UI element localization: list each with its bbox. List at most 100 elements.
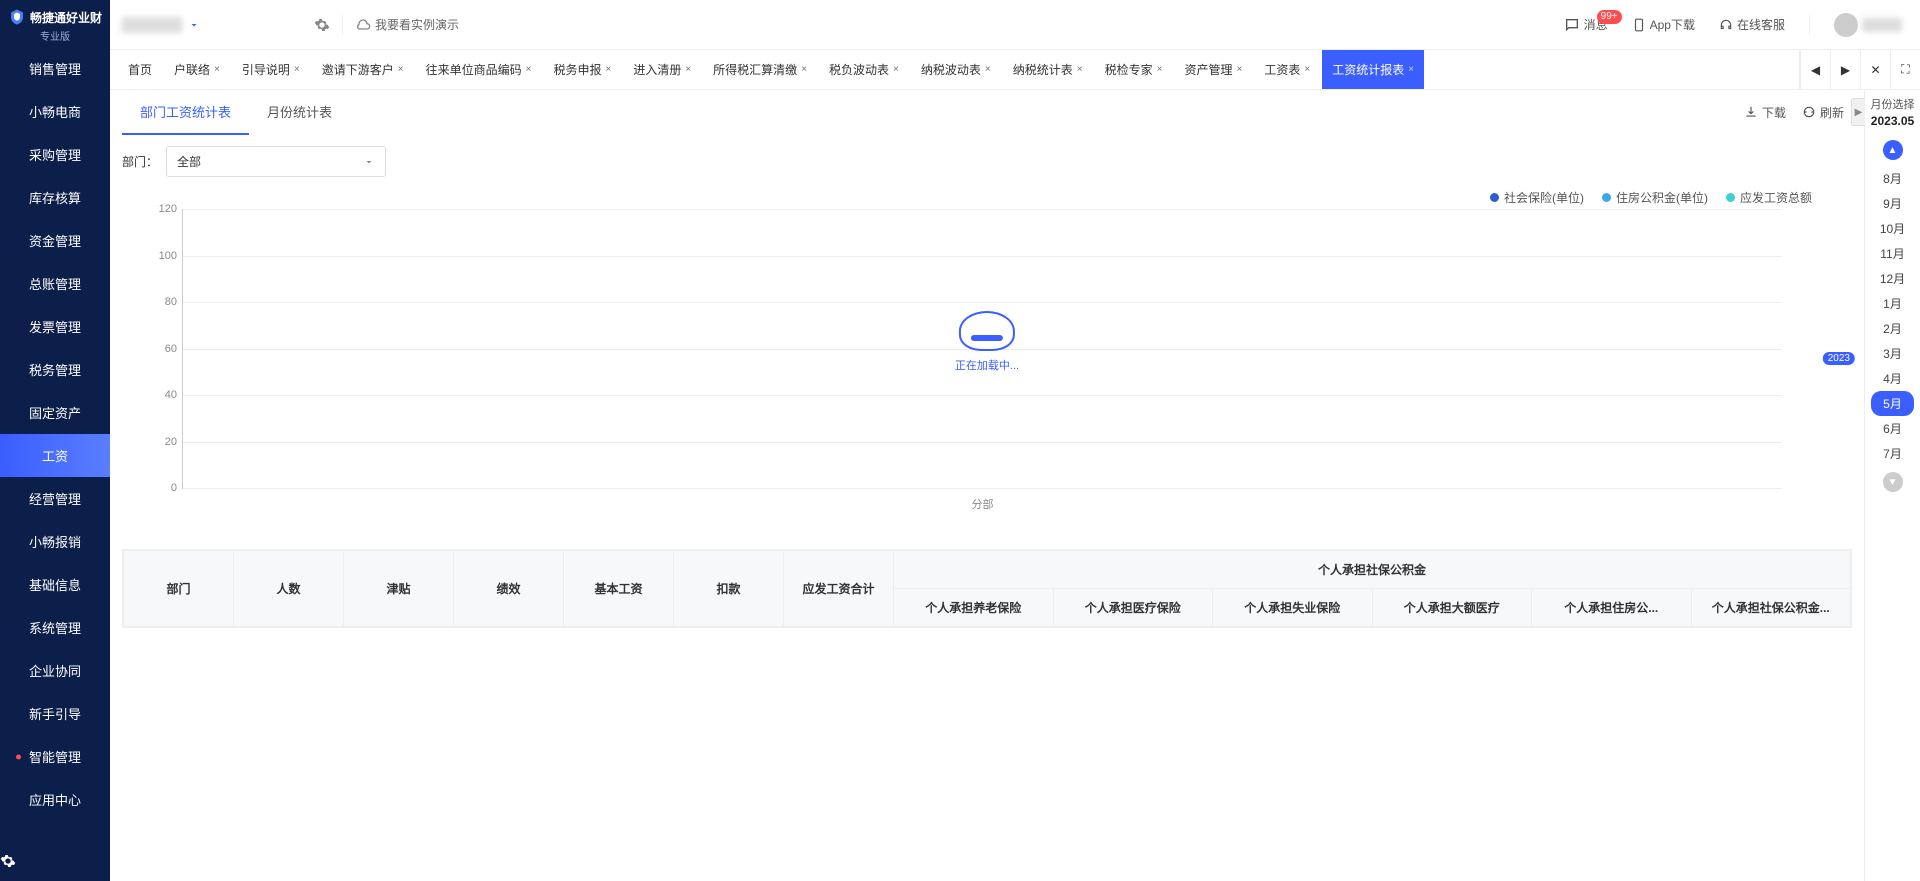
sidebar: 畅捷通好业财 专业版 销售管理小畅电商采购管理库存核算资金管理总账管理发票管理税… bbox=[0, 0, 110, 881]
table-header: 人数 bbox=[234, 551, 344, 627]
tab[interactable]: 邀请下游客户× bbox=[312, 50, 414, 89]
sidebar-item[interactable]: 工资 bbox=[0, 434, 110, 477]
gear-icon[interactable] bbox=[314, 17, 330, 33]
sidebar-item[interactable]: 新手引导 bbox=[0, 692, 110, 735]
tab-close-icon[interactable]: × bbox=[985, 64, 991, 75]
month-panel-collapse[interactable]: ▶ bbox=[1851, 98, 1865, 126]
tab-close-icon[interactable]: × bbox=[685, 64, 691, 75]
y-tick-label: 100 bbox=[147, 250, 177, 262]
subtab[interactable]: 部门工资统计表 bbox=[122, 90, 249, 135]
sidebar-item[interactable]: 企业协同 bbox=[0, 649, 110, 692]
refresh-button[interactable]: 刷新 bbox=[1794, 104, 1852, 121]
legend-item[interactable]: 应发工资总额 bbox=[1726, 189, 1812, 206]
tab-close-icon[interactable]: × bbox=[526, 64, 532, 75]
tabs-close-all[interactable]: ✕ bbox=[1860, 50, 1890, 89]
tab-close-icon[interactable]: × bbox=[1408, 64, 1414, 75]
tab[interactable]: 首页 bbox=[118, 50, 162, 89]
sidebar-item[interactable]: 库存核算 bbox=[0, 176, 110, 219]
y-tick-label: 80 bbox=[147, 296, 177, 308]
sidebar-item[interactable]: 小畅报销 bbox=[0, 520, 110, 563]
month-item[interactable]: 7月 bbox=[1865, 441, 1920, 466]
sidebar-item[interactable]: 经营管理 bbox=[0, 477, 110, 520]
month-item[interactable]: 8月 bbox=[1865, 166, 1920, 191]
tab-close-icon[interactable]: × bbox=[893, 64, 899, 75]
tab-close-icon[interactable]: × bbox=[605, 64, 611, 75]
user-menu[interactable] bbox=[1828, 13, 1908, 37]
headset-icon bbox=[1719, 18, 1733, 32]
sidebar-item[interactable]: 资金管理 bbox=[0, 219, 110, 262]
tab[interactable]: 进入清册× bbox=[623, 50, 701, 89]
tab[interactable]: 所得税汇算清缴× bbox=[703, 50, 817, 89]
tab-close-icon[interactable]: × bbox=[801, 64, 807, 75]
avatar bbox=[1834, 13, 1858, 37]
month-item[interactable]: 2月 bbox=[1865, 316, 1920, 341]
salary-table: 部门人数津贴绩效基本工资扣款应发工资合计个人承担社保公积金 个人承担养老保险个人… bbox=[122, 549, 1852, 628]
sidebar-item[interactable]: 采购管理 bbox=[0, 133, 110, 176]
tab[interactable]: 税务申报× bbox=[543, 50, 621, 89]
demo-link[interactable]: 我要看实例演示 bbox=[355, 16, 459, 33]
month-item[interactable]: 1月 bbox=[1865, 291, 1920, 316]
sidebar-item[interactable]: 应用中心 bbox=[0, 778, 110, 821]
month-item[interactable]: 3月 bbox=[1865, 341, 1920, 366]
message-badge: 99+ bbox=[1597, 10, 1622, 24]
online-service-button[interactable]: 在线客服 bbox=[1713, 16, 1791, 33]
sidebar-item[interactable]: 发票管理 bbox=[0, 305, 110, 348]
month-item[interactable]: 9月 bbox=[1865, 191, 1920, 216]
month-item[interactable]: 12月 bbox=[1865, 266, 1920, 291]
tab[interactable]: 资产管理× bbox=[1174, 50, 1252, 89]
sidebar-item[interactable]: 销售管理 bbox=[0, 47, 110, 90]
tab-close-icon[interactable]: × bbox=[214, 64, 220, 75]
dept-select[interactable]: 全部 bbox=[166, 146, 386, 177]
org-selector[interactable] bbox=[122, 17, 302, 33]
app-download-button[interactable]: App下载 bbox=[1626, 16, 1701, 33]
tab-close-icon[interactable]: × bbox=[1157, 64, 1163, 75]
subtab[interactable]: 月份统计表 bbox=[249, 90, 350, 135]
month-item[interactable]: 10月 bbox=[1865, 216, 1920, 241]
sidebar-item[interactable]: 基础信息 bbox=[0, 563, 110, 606]
tab-close-icon[interactable]: × bbox=[1236, 64, 1242, 75]
tab-close-icon[interactable]: × bbox=[1304, 64, 1310, 75]
sidebar-item[interactable]: 小畅电商 bbox=[0, 90, 110, 133]
tab[interactable]: 户联络× bbox=[164, 50, 230, 89]
tab-close-icon[interactable]: × bbox=[1077, 64, 1083, 75]
logo-area: 畅捷通好业财 专业版 bbox=[0, 0, 110, 47]
download-button[interactable]: 下载 bbox=[1736, 104, 1794, 121]
tabs-scroll-right[interactable]: ▶ bbox=[1830, 50, 1860, 89]
sidebar-item[interactable]: 税务管理 bbox=[0, 348, 110, 391]
message-button[interactable]: 消息 99+ bbox=[1558, 16, 1614, 33]
y-tick-label: 40 bbox=[147, 389, 177, 401]
month-nav-up[interactable]: ▲ bbox=[1883, 140, 1903, 160]
table-header: 绩效 bbox=[454, 551, 564, 627]
tab[interactable]: 纳税波动表× bbox=[911, 50, 1001, 89]
sidebar-item[interactable]: 总账管理 bbox=[0, 262, 110, 305]
fullscreen-toggle[interactable]: ⛶ bbox=[1890, 50, 1920, 89]
tabs-scroll-left[interactable]: ◀ bbox=[1800, 50, 1830, 89]
tab[interactable]: 税检专家× bbox=[1095, 50, 1173, 89]
month-item[interactable]: 6月 bbox=[1865, 416, 1920, 441]
sidebar-item[interactable]: 固定资产 bbox=[0, 391, 110, 434]
chevron-down-icon bbox=[363, 156, 375, 168]
month-nav-down[interactable]: ▼ bbox=[1883, 472, 1903, 492]
legend-item[interactable]: 社会保险(单位) bbox=[1490, 189, 1584, 206]
chart-x-label: 分部 bbox=[972, 496, 994, 512]
download-icon bbox=[1744, 105, 1758, 119]
chart-loading: 正在加载中... bbox=[955, 311, 1019, 373]
table-header: 扣款 bbox=[674, 551, 784, 627]
tab[interactable]: 纳税统计表× bbox=[1003, 50, 1093, 89]
tab[interactable]: 工资表× bbox=[1254, 50, 1320, 89]
tab-close-icon[interactable]: × bbox=[398, 64, 404, 75]
sidebar-item[interactable]: 系统管理 bbox=[0, 606, 110, 649]
tab[interactable]: 引导说明× bbox=[232, 50, 310, 89]
legend-dot bbox=[1726, 193, 1735, 202]
tab-close-icon[interactable]: × bbox=[294, 64, 300, 75]
sidebar-item[interactable]: 智能管理 bbox=[0, 735, 110, 778]
month-item[interactable]: 5月 bbox=[1871, 391, 1914, 416]
month-item[interactable]: 4月 bbox=[1865, 366, 1920, 391]
tab[interactable]: 工资统计报表× bbox=[1322, 50, 1424, 89]
tab[interactable]: 税负波动表× bbox=[819, 50, 909, 89]
chart-area: 社会保险(单位)住房公积金(单位)应发工资总额 020406080100120 … bbox=[122, 189, 1852, 529]
legend-item[interactable]: 住房公积金(单位) bbox=[1602, 189, 1708, 206]
month-item[interactable]: 11月 bbox=[1865, 241, 1920, 266]
settings-icon[interactable] bbox=[0, 841, 110, 881]
tab[interactable]: 往来单位商品编码× bbox=[416, 50, 542, 89]
